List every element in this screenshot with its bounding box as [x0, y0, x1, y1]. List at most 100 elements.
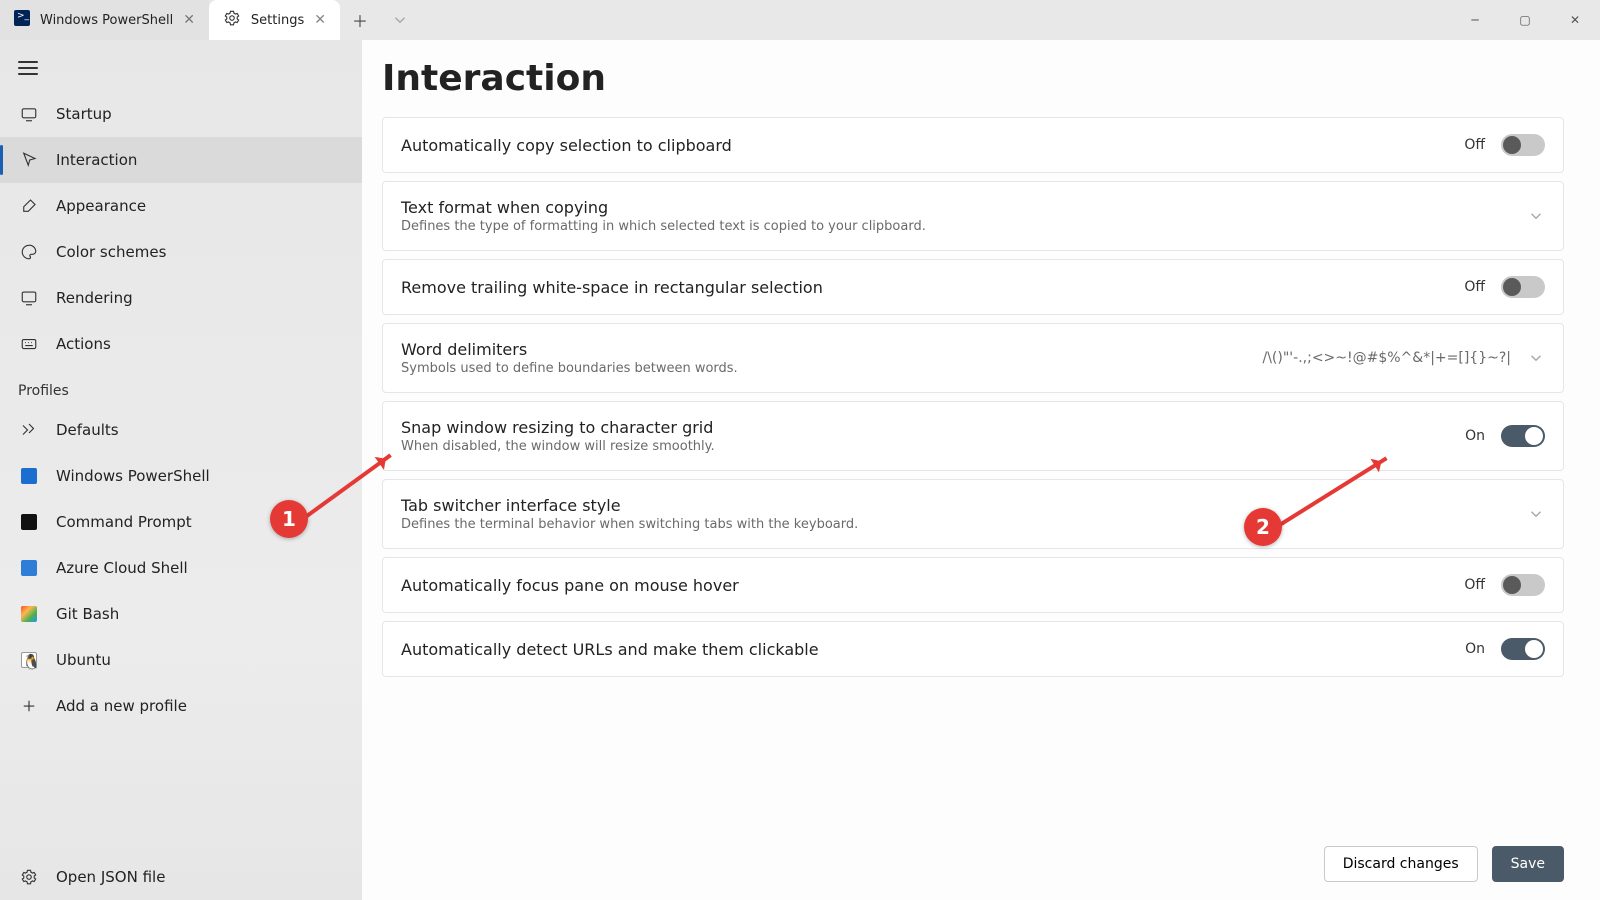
footer: Discard changes Save — [362, 830, 1600, 900]
setting-desc: When disabled, the window will resize sm… — [401, 439, 1449, 454]
tab-powershell[interactable]: >_ Windows PowerShell ✕ — [0, 0, 209, 40]
sidebar-item-label: Actions — [56, 335, 111, 353]
toggle-state: Off — [1464, 279, 1485, 295]
powershell-icon — [18, 468, 40, 484]
chevron-down-icon — [1527, 349, 1545, 367]
azure-icon — [18, 560, 40, 576]
close-icon[interactable]: ✕ — [183, 12, 195, 28]
sidebar-item-label: Open JSON file — [56, 868, 165, 886]
sidebar-item-label: Git Bash — [56, 605, 119, 623]
setting-text-format[interactable]: Text format when copying Defines the typ… — [382, 181, 1564, 251]
discard-button[interactable]: Discard changes — [1324, 846, 1478, 882]
toggle-focus-hover[interactable] — [1501, 574, 1545, 596]
gear-icon — [18, 868, 40, 886]
setting-title: Remove trailing white-space in rectangul… — [401, 278, 1448, 297]
setting-value: /\()"'-.,;<>~!@#$%^&*|+=[]{}~?| — [1263, 350, 1512, 366]
setting-title: Word delimiters — [401, 340, 1247, 359]
setting-title: Automatically detect URLs and make them … — [401, 640, 1449, 659]
ubuntu-icon: 🐧 — [18, 652, 40, 668]
sidebar: Startup Interaction Appearance Color sch… — [0, 40, 362, 900]
sidebar-item-ubuntu[interactable]: 🐧 Ubuntu — [0, 637, 362, 683]
sidebar-item-git[interactable]: Git Bash — [0, 591, 362, 637]
sidebar-item-rendering[interactable]: Rendering — [0, 275, 362, 321]
tab-label: Settings — [251, 13, 304, 28]
git-icon — [18, 606, 40, 622]
setting-remove-whitespace[interactable]: Remove trailing white-space in rectangul… — [382, 259, 1564, 315]
sidebar-item-defaults[interactable]: Defaults — [0, 407, 362, 453]
save-button[interactable]: Save — [1492, 846, 1564, 882]
sidebar-item-interaction[interactable]: Interaction — [0, 137, 362, 183]
setting-title: Text format when copying — [401, 198, 1511, 217]
sidebar-item-label: Add a new profile — [56, 697, 187, 715]
tab-settings[interactable]: Settings ✕ — [209, 0, 340, 40]
setting-title: Automatically focus pane on mouse hover — [401, 576, 1448, 595]
palette-icon — [18, 243, 40, 261]
tab-label: Windows PowerShell — [40, 13, 173, 28]
toggle-state: On — [1465, 641, 1485, 657]
setting-detect-urls[interactable]: Automatically detect URLs and make them … — [382, 621, 1564, 677]
sidebar-item-azure[interactable]: Azure Cloud Shell — [0, 545, 362, 591]
sidebar-item-open-json[interactable]: Open JSON file — [0, 854, 362, 900]
sidebar-item-label: Startup — [56, 105, 112, 123]
startup-icon — [18, 105, 40, 123]
monitor-icon — [18, 289, 40, 307]
setting-desc: Defines the terminal behavior when switc… — [401, 517, 1511, 532]
setting-word-delimiters[interactable]: Word delimiters Symbols used to define b… — [382, 323, 1564, 393]
sidebar-item-cmd[interactable]: Command Prompt — [0, 499, 362, 545]
sidebar-item-label: Color schemes — [56, 243, 166, 261]
toggle-state: Off — [1464, 577, 1485, 593]
window-controls: ─ ▢ ✕ — [1450, 0, 1600, 40]
setting-copy-clipboard[interactable]: Automatically copy selection to clipboar… — [382, 117, 1564, 173]
settings-list: Automatically copy selection to clipboar… — [362, 117, 1600, 830]
toggle-detect-urls[interactable] — [1501, 638, 1545, 660]
cmd-icon — [18, 514, 40, 530]
toggle-snap-grid[interactable] — [1501, 425, 1545, 447]
sidebar-item-label: Azure Cloud Shell — [56, 559, 188, 577]
chevron-down-icon — [1527, 207, 1545, 225]
sidebar-item-label: Windows PowerShell — [56, 467, 210, 485]
setting-snap-grid[interactable]: Snap window resizing to character grid W… — [382, 401, 1564, 471]
cursor-icon — [18, 151, 40, 169]
keyboard-icon — [18, 335, 40, 353]
sidebar-item-colorschemes[interactable]: Color schemes — [0, 229, 362, 275]
toggle-copy-clipboard[interactable] — [1501, 134, 1545, 156]
toggle-remove-whitespace[interactable] — [1501, 276, 1545, 298]
hamburger-icon — [18, 61, 38, 75]
sidebar-item-label: Interaction — [56, 151, 137, 169]
maximize-button[interactable]: ▢ — [1500, 0, 1550, 40]
toggle-state: On — [1465, 428, 1485, 444]
close-icon[interactable]: ✕ — [314, 12, 326, 28]
setting-desc: Symbols used to define boundaries betwee… — [401, 361, 1247, 376]
brush-icon — [18, 197, 40, 215]
sidebar-item-add-profile[interactable]: Add a new profile — [0, 683, 362, 729]
setting-title: Tab switcher interface style — [401, 496, 1511, 515]
sidebar-item-wpshell[interactable]: Windows PowerShell — [0, 453, 362, 499]
defaults-icon — [18, 421, 40, 439]
gear-icon — [223, 9, 241, 31]
setting-title: Automatically copy selection to clipboar… — [401, 136, 1448, 155]
toggle-state: Off — [1464, 137, 1485, 153]
new-tab-button[interactable]: ＋ — [340, 0, 380, 40]
page-title: Interaction — [362, 40, 1600, 117]
sidebar-item-appearance[interactable]: Appearance — [0, 183, 362, 229]
sidebar-item-label: Defaults — [56, 421, 119, 439]
setting-focus-hover[interactable]: Automatically focus pane on mouse hover … — [382, 557, 1564, 613]
sidebar-item-label: Ubuntu — [56, 651, 111, 669]
sidebar-item-startup[interactable]: Startup — [0, 91, 362, 137]
main-pane: Interaction Automatically copy selection… — [362, 40, 1600, 900]
setting-title: Snap window resizing to character grid — [401, 418, 1449, 437]
setting-tab-switcher[interactable]: Tab switcher interface style Defines the… — [382, 479, 1564, 549]
plus-icon — [18, 697, 40, 715]
hamburger-button[interactable] — [0, 50, 362, 91]
minimize-button[interactable]: ─ — [1450, 0, 1500, 40]
profiles-header: Profiles — [0, 367, 362, 407]
powershell-icon: >_ — [14, 10, 30, 30]
setting-desc: Defines the type of formatting in which … — [401, 219, 1511, 234]
titlebar: >_ Windows PowerShell ✕ Settings ✕ ＋ ─ ▢… — [0, 0, 1600, 40]
tab-dropdown-button[interactable] — [380, 0, 420, 40]
sidebar-item-label: Appearance — [56, 197, 146, 215]
chevron-down-icon — [1527, 505, 1545, 523]
sidebar-item-actions[interactable]: Actions — [0, 321, 362, 367]
close-window-button[interactable]: ✕ — [1550, 0, 1600, 40]
sidebar-item-label: Command Prompt — [56, 513, 192, 531]
